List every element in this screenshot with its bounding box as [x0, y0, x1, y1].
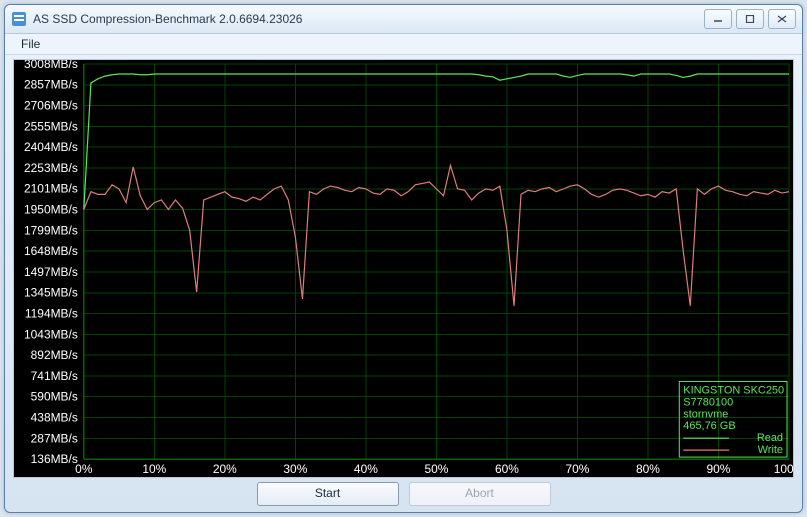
svg-text:1799MB/s: 1799MB/s — [24, 223, 78, 237]
svg-text:2555MB/s: 2555MB/s — [24, 119, 78, 133]
chart-container: 136MB/s 287MB/s 438MB/s 590MB/s 741MB/s 892MB… — [13, 59, 794, 478]
svg-text:1497MB/s: 1497MB/s — [24, 265, 78, 279]
svg-text:90%: 90% — [707, 462, 731, 476]
svg-text:stornvme: stornvme — [683, 408, 728, 420]
svg-text:2253MB/s: 2253MB/s — [24, 161, 78, 175]
close-button[interactable] — [768, 9, 796, 29]
maximize-icon — [745, 15, 755, 23]
titlebar[interactable]: AS SSD Compression-Benchmark 2.0.6694.23… — [5, 5, 802, 34]
svg-text:0%: 0% — [75, 462, 93, 476]
app-window: AS SSD Compression-Benchmark 2.0.6694.23… — [4, 4, 803, 513]
app-icon — [11, 11, 27, 27]
svg-text:80%: 80% — [636, 462, 660, 476]
svg-text:KINGSTON SKC250: KINGSTON SKC250 — [683, 384, 784, 396]
svg-text:2404MB/s: 2404MB/s — [24, 140, 78, 154]
svg-text:2706MB/s: 2706MB/s — [24, 99, 78, 113]
minimize-button[interactable] — [704, 9, 732, 29]
svg-text:1950MB/s: 1950MB/s — [24, 203, 78, 217]
svg-text:1345MB/s: 1345MB/s — [24, 286, 78, 300]
svg-text:2101MB/s: 2101MB/s — [24, 182, 78, 196]
svg-text:10%: 10% — [142, 462, 166, 476]
menubar: File — [5, 34, 802, 55]
svg-text:70%: 70% — [565, 462, 589, 476]
svg-text:60%: 60% — [495, 462, 519, 476]
start-button[interactable]: Start — [257, 482, 399, 506]
chart-area: 136MB/s 287MB/s 438MB/s 590MB/s 741MB/s 892MB… — [14, 60, 793, 477]
svg-text:100%: 100% — [774, 462, 793, 476]
svg-text:40%: 40% — [354, 462, 378, 476]
svg-text:Write: Write — [758, 444, 783, 456]
menu-file[interactable]: File — [13, 35, 48, 53]
svg-text:1043MB/s: 1043MB/s — [24, 327, 78, 341]
svg-text:1648MB/s: 1648MB/s — [24, 244, 78, 258]
svg-text:3008MB/s: 3008MB/s — [24, 60, 78, 71]
chart-svg: 136MB/s 287MB/s 438MB/s 590MB/s 741MB/s 892MB… — [14, 60, 793, 477]
svg-text:50%: 50% — [424, 462, 448, 476]
svg-text:Read: Read — [757, 432, 783, 444]
abort-button: Abort — [409, 482, 551, 506]
svg-text:892MB/s: 892MB/s — [31, 348, 78, 362]
svg-text:136MB/s: 136MB/s — [31, 452, 78, 466]
svg-text:741MB/s: 741MB/s — [31, 369, 78, 383]
close-icon — [777, 15, 787, 23]
svg-text:287MB/s: 287MB/s — [31, 431, 78, 445]
svg-text:20%: 20% — [213, 462, 237, 476]
window-title: AS SSD Compression-Benchmark 2.0.6694.23… — [33, 12, 700, 26]
svg-text:438MB/s: 438MB/s — [31, 411, 78, 425]
maximize-button[interactable] — [736, 9, 764, 29]
minimize-icon — [713, 15, 723, 23]
svg-text:S7780100: S7780100 — [683, 396, 733, 408]
buttons-row: Start Abort — [13, 482, 794, 506]
svg-text:465,76 GB: 465,76 GB — [683, 420, 735, 432]
svg-text:2857MB/s: 2857MB/s — [24, 78, 78, 92]
svg-text:30%: 30% — [283, 462, 307, 476]
svg-text:590MB/s: 590MB/s — [31, 390, 78, 404]
svg-text:1194MB/s: 1194MB/s — [25, 307, 78, 321]
